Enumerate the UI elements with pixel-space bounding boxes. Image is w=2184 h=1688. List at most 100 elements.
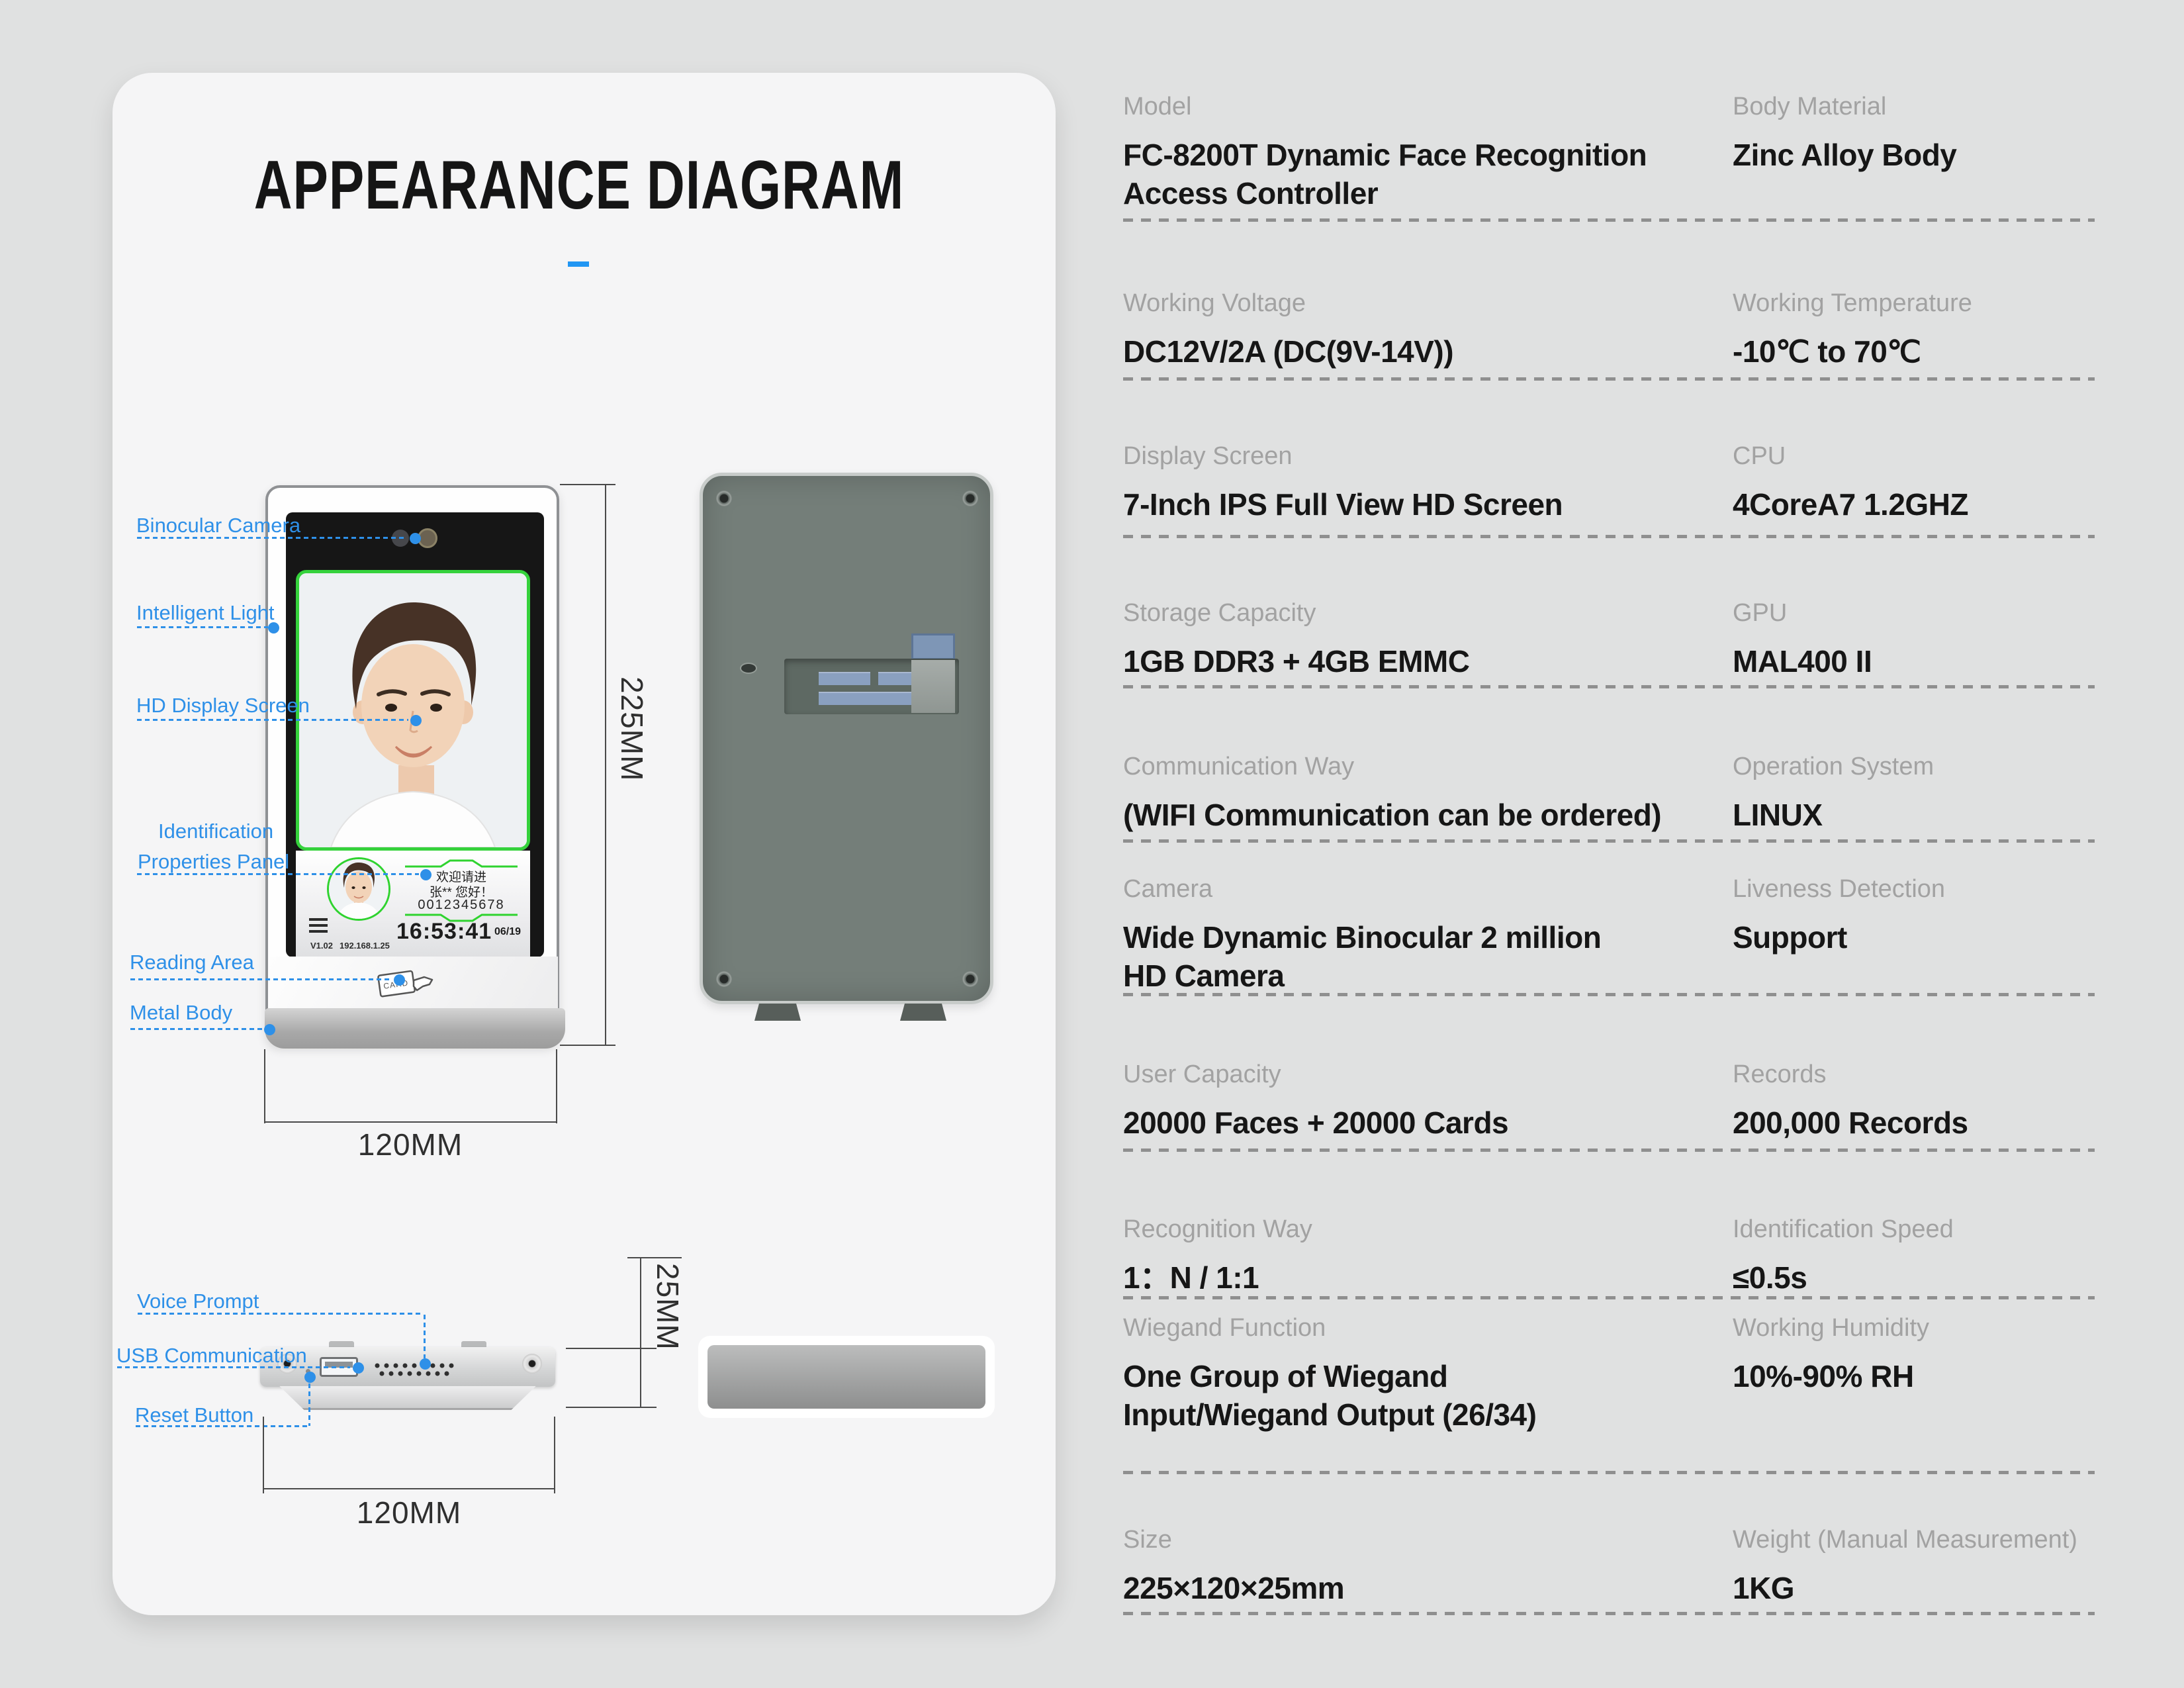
spec-label: Identification Speed (1733, 1215, 1954, 1243)
leader-line (137, 537, 407, 539)
mounting-tab (754, 1004, 801, 1021)
leader-dot (304, 1372, 316, 1383)
leader-dot (410, 533, 421, 544)
dim-extension (264, 1049, 265, 1123)
avatar (327, 857, 390, 921)
leader-line (130, 1028, 263, 1030)
id-number: 0012345678 (418, 898, 505, 912)
clock-date: 06/19 (494, 926, 522, 937)
device-back-view (700, 473, 993, 1021)
connector-block (878, 672, 911, 685)
face-photo-area (296, 570, 530, 851)
spec-cell: Communication Way (WIFI Communication ca… (1123, 753, 1662, 834)
spec-value: 1：N / 1:1 (1123, 1260, 1259, 1295)
spec-cell: Identification Speed ≤0.5s (1733, 1215, 1954, 1297)
callout-reset-button: Reset Button (135, 1403, 254, 1427)
spec-cell: Camera Wide Dynamic Binocular 2 million … (1123, 875, 1602, 995)
leader-dot (394, 974, 405, 986)
leader-line (137, 873, 419, 875)
screw-icon (716, 491, 732, 506)
spec-label: Size (1123, 1526, 1172, 1554)
dim-tick (560, 484, 615, 485)
dim-tick (560, 1045, 615, 1046)
connector-block (911, 633, 955, 660)
spec-label: CPU (1733, 442, 1786, 470)
screw-icon (716, 971, 732, 987)
firmware-version: V1.02 (310, 941, 333, 951)
dim-label-120mm-bottom: 120MM (356, 1495, 462, 1530)
leader-line (424, 1315, 426, 1358)
metal-body-section (265, 1008, 565, 1049)
portrait-illustration (299, 573, 527, 847)
spec-cell: GPU MAL400 II (1733, 599, 1872, 680)
spec-separator (1123, 1471, 2095, 1474)
callout-binocular-camera: Binocular Camera (136, 514, 301, 537)
speaker-grille (375, 1363, 454, 1376)
leader-line (117, 1366, 350, 1368)
leader-line (136, 1425, 308, 1427)
leader-line (137, 626, 268, 628)
spec-value: 10%-90% RH (1733, 1359, 1914, 1393)
leader-dot (420, 869, 432, 880)
spec-label: Wiegand Function (1123, 1314, 1326, 1342)
callout-identification: Identification (158, 820, 274, 843)
dim-tick (566, 1407, 657, 1408)
dim-extension (554, 1417, 555, 1493)
spec-separator (1123, 1149, 2095, 1152)
leader-line (308, 1383, 310, 1426)
device-side-view (698, 1336, 995, 1418)
spec-separator (1123, 993, 2095, 996)
dim-label-25mm: 25MM (651, 1263, 685, 1350)
spec-label: Liveness Detection (1733, 875, 1946, 903)
spec-cell: Working Humidity 10%-90% RH (1733, 1314, 1929, 1395)
spec-cell: Wiegand Function One Group of Wiegand In… (1123, 1314, 1537, 1434)
spec-value: DC12V/2A (DC(9V-14V)) (1123, 334, 1454, 369)
spec-value: 4CoreA7 1.2GHZ (1733, 487, 1969, 522)
spec-value: 7-Inch IPS Full View HD Screen (1123, 487, 1563, 522)
spec-label: Working Humidity (1733, 1314, 1930, 1342)
callout-hd-display-screen: HD Display Screen (136, 694, 310, 717)
spec-label: User Capacity (1123, 1060, 1281, 1088)
page-title: APPEARANCE DIAGRAM (253, 146, 905, 224)
dim-tick (566, 1348, 657, 1349)
leader-line (137, 719, 408, 721)
spec-value: 1GB DDR3 + 4GB EMMC (1123, 644, 1470, 679)
spec-label: Recognition Way (1123, 1215, 1312, 1243)
spec-label: Storage Capacity (1123, 599, 1316, 627)
card-reading-area: CARD (269, 957, 558, 1008)
dim-line-25mm (640, 1258, 641, 1407)
dim-extension (263, 1417, 264, 1493)
card-swipe-icon: CARD (377, 970, 433, 998)
dim-extension (556, 1049, 557, 1123)
spec-separator (1123, 535, 2095, 538)
spec-value: ≤0.5s (1733, 1260, 1807, 1295)
screw-icon (962, 491, 978, 506)
dim-tick (627, 1257, 682, 1258)
spec-value: MAL400 II (1733, 644, 1872, 679)
screw-hole-icon (522, 1354, 542, 1374)
spec-label: Weight (Manual Measurement) (1733, 1526, 2077, 1554)
ip-address: 192.168.1.25 (340, 941, 390, 951)
spec-separator (1123, 218, 2095, 222)
spec-value: 200,000 Records (1733, 1105, 1968, 1140)
spec-label: Working Temperature (1733, 289, 1972, 317)
menu-icon (309, 918, 328, 936)
callout-metal-body: Metal Body (130, 1001, 233, 1024)
callout-reading-area: Reading Area (130, 951, 254, 974)
spec-cell: Body Material Zinc Alloy Body (1733, 93, 1957, 174)
spec-label: Communication Way (1123, 753, 1355, 780)
spec-value: 1KG (1733, 1571, 1795, 1605)
green-bracket-top (405, 859, 518, 868)
callout-intelligent-light: Intelligent Light (136, 601, 275, 624)
spec-separator (1123, 685, 2095, 688)
spec-label: GPU (1733, 599, 1788, 627)
spec-value: One Group of Wiegand Input/Wiegand Outpu… (1123, 1359, 1537, 1432)
spec-cell: Model FC-8200T Dynamic Face Recognition … (1123, 93, 1647, 212)
spec-label: Model (1123, 93, 1192, 120)
spec-cell: Recognition Way 1：N / 1:1 (1123, 1215, 1312, 1297)
leader-dot (410, 715, 422, 726)
spec-value: 20000 Faces + 20000 Cards (1123, 1105, 1509, 1140)
spec-value: Wide Dynamic Binocular 2 million HD Came… (1123, 920, 1602, 993)
leader-line (138, 1313, 421, 1315)
dim-label-120mm: 120MM (357, 1127, 463, 1162)
